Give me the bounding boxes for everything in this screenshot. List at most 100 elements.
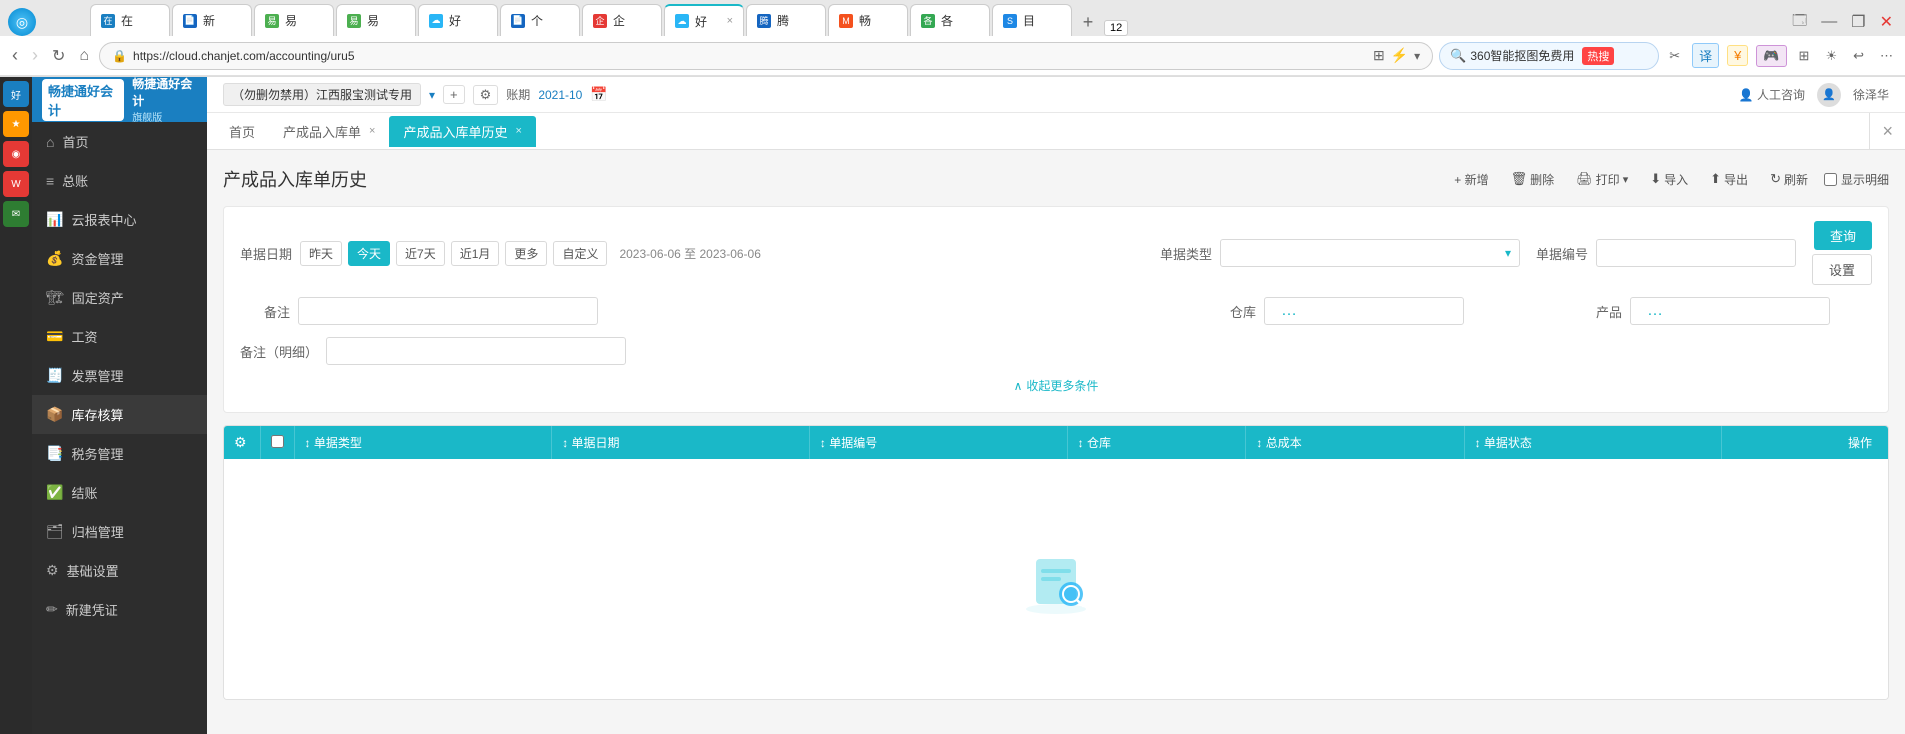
maximize-btn[interactable]: ❐ (1847, 10, 1869, 34)
settings-account-btn[interactable]: ⚙ (473, 85, 499, 105)
back-btn[interactable]: ‹ (8, 43, 22, 68)
close-panel-button[interactable]: × (1869, 113, 1905, 149)
yuan-btn[interactable]: ¥ (1727, 45, 1748, 66)
date-btn-custom[interactable]: 自定义 (553, 241, 607, 266)
calendar-icon[interactable]: 📅 (590, 86, 607, 103)
tab-history[interactable]: 产成品入库单历史 × (389, 116, 535, 147)
tab-8-close[interactable]: × (727, 15, 733, 27)
tab-12[interactable]: S 目 (992, 4, 1072, 36)
product-dropdown[interactable]: … (1630, 297, 1830, 325)
nav-item-fixed[interactable]: 🏗 固定资产 (32, 278, 207, 317)
dropdown-icon[interactable]: ▾ (1414, 49, 1420, 63)
nav-item-reports[interactable]: 📊 云报表中心 (32, 200, 207, 239)
add-account-btn[interactable]: + (443, 85, 465, 104)
new-btn[interactable]: + 新增 (1448, 168, 1494, 191)
sun-btn[interactable]: ☀ (1821, 46, 1841, 66)
warehouse-ellipsis[interactable]: … (1277, 302, 1301, 320)
select-all-checkbox[interactable] (271, 435, 284, 448)
th-date[interactable]: ↕ 单据日期 (552, 426, 810, 459)
tab-list[interactable]: 产成品入库单 × (269, 116, 389, 147)
nav-item-ledger[interactable]: ≡ 总账 (32, 161, 207, 200)
date-btn-today[interactable]: 今天 (348, 241, 390, 266)
tab-1[interactable]: 在 在 (90, 4, 170, 36)
tab-3[interactable]: 易 易 (254, 4, 334, 36)
nav-item-archive[interactable]: 🗂 归档管理 (32, 512, 207, 551)
nav-item-inventory[interactable]: 📦 库存核算 (32, 395, 207, 434)
nav-item-newbill[interactable]: ✏ 新建凭证 (32, 590, 207, 629)
browser-search-bar[interactable]: 🔍 360智能抠图免费用 热搜 (1439, 42, 1659, 70)
tab-home[interactable]: 首页 (215, 116, 269, 147)
nav-item-salary[interactable]: 💳 工资 (32, 317, 207, 356)
refresh-btn2[interactable]: ↻ 刷新 (1764, 168, 1814, 191)
browser-logo[interactable]: ◎ (8, 8, 36, 36)
tab-9[interactable]: 腾 腾 (746, 4, 826, 36)
tab-5[interactable]: ☁ 好 (418, 4, 498, 36)
avatar[interactable]: 👤 (1817, 83, 1841, 107)
product-ellipsis[interactable]: … (1643, 302, 1667, 320)
tab-6[interactable]: 📄 个 (500, 4, 580, 36)
scissors-btn[interactable]: ✂ (1665, 46, 1684, 66)
app-icon-circle[interactable]: ◉ (3, 141, 29, 167)
app-icon-wb[interactable]: W (3, 171, 29, 197)
nav-item-base[interactable]: ⚙ 基础设置 (32, 551, 207, 590)
th-number[interactable]: ↕ 单据编号 (809, 426, 1067, 459)
date-btn-more[interactable]: 更多 (505, 241, 547, 266)
remark-input[interactable] (298, 297, 598, 325)
tab-2[interactable]: 📄 新 (172, 4, 252, 36)
th-gear[interactable]: ⚙ (224, 426, 260, 459)
customer-service-link[interactable]: 👤 人工咨询 (1739, 86, 1805, 103)
app-icon-star[interactable]: ★ (3, 111, 29, 137)
show-cols-checkbox[interactable] (1824, 173, 1837, 186)
print-dropdown-icon[interactable]: ▾ (1623, 173, 1629, 186)
nav-item-invoice[interactable]: 🧾 发票管理 (32, 356, 207, 395)
th-status[interactable]: ↕ 单据状态 (1464, 426, 1722, 459)
forward-btn[interactable]: › (28, 43, 42, 68)
date-btn-1month[interactable]: 近1月 (451, 241, 500, 266)
query-btn[interactable]: 查询 (1814, 221, 1872, 250)
tab-11[interactable]: 各 各 (910, 4, 990, 36)
undo-btn[interactable]: ↩ (1849, 46, 1868, 66)
remark-detail-input[interactable] (326, 337, 626, 365)
collapse-btn[interactable]: ∧ 收起更多条件 (1014, 373, 1099, 398)
th-total-cost[interactable]: ↕ 总成本 (1246, 426, 1464, 459)
checkout-nav-icon: ✅ (46, 484, 63, 501)
settings-btn[interactable]: ⋯ (1876, 46, 1897, 66)
close-btn[interactable]: ✕ (1876, 10, 1897, 34)
warehouse-dropdown[interactable]: … (1264, 297, 1464, 325)
number-input[interactable] (1596, 239, 1796, 267)
import-btn[interactable]: ⬇ 导入 (1644, 168, 1694, 191)
tab-4[interactable]: 易 易 (336, 4, 416, 36)
th-type[interactable]: ↕ 单据类型 (294, 426, 552, 459)
layout-btn[interactable]: ⊞ (1795, 46, 1814, 66)
refresh-btn[interactable]: ↻ (48, 44, 69, 68)
th-warehouse[interactable]: ↕ 仓库 (1067, 426, 1246, 459)
tab-7[interactable]: 企 企 (582, 4, 662, 36)
gear-icon[interactable]: ⚙ (234, 434, 247, 450)
minimize-btn[interactable]: — (1817, 11, 1841, 33)
tab-history-close[interactable]: × (515, 125, 521, 137)
app-icon-chanjet[interactable]: 好 (3, 81, 29, 107)
nav-item-home[interactable]: ⌂ 首页 (32, 122, 207, 161)
nav-item-funds[interactable]: 💰 资金管理 (32, 239, 207, 278)
date-btn-yesterday[interactable]: 昨天 (300, 241, 342, 266)
tab-list-close[interactable]: × (369, 125, 375, 137)
delete-btn[interactable]: 🗑 删除 (1505, 168, 1561, 191)
tab-10[interactable]: M 畅 (828, 4, 908, 36)
new-tab-btn[interactable]: + (1074, 8, 1102, 36)
nav-item-tax[interactable]: 📑 税务管理 (32, 434, 207, 473)
print-btn[interactable]: 🖨 打印 ▾ (1570, 168, 1634, 191)
export-btn[interactable]: ⬆ 导出 (1704, 168, 1754, 191)
nav-item-checkout[interactable]: ✅ 结账 (32, 473, 207, 512)
translate-btn[interactable]: 译 (1692, 43, 1719, 68)
setting-btn[interactable]: 设置 (1812, 254, 1872, 285)
account-dropdown[interactable]: ▾ (429, 88, 435, 102)
tab-count[interactable]: 12 (1104, 20, 1128, 36)
gamepad-btn[interactable]: 🎮 (1756, 45, 1786, 67)
app-icon-mail[interactable]: ✉ (3, 201, 29, 227)
date-btn-7days[interactable]: 近7天 (396, 241, 445, 266)
type-dropdown[interactable]: ▾ (1220, 239, 1520, 267)
home-btn[interactable]: ⌂ (75, 45, 93, 67)
restore-btn[interactable]: 🗔 (1788, 8, 1811, 36)
address-bar[interactable]: 🔒 https://cloud.chanjet.com/accounting/u… (99, 42, 1433, 70)
tab-8-active[interactable]: ☁ 好 × (664, 4, 744, 36)
